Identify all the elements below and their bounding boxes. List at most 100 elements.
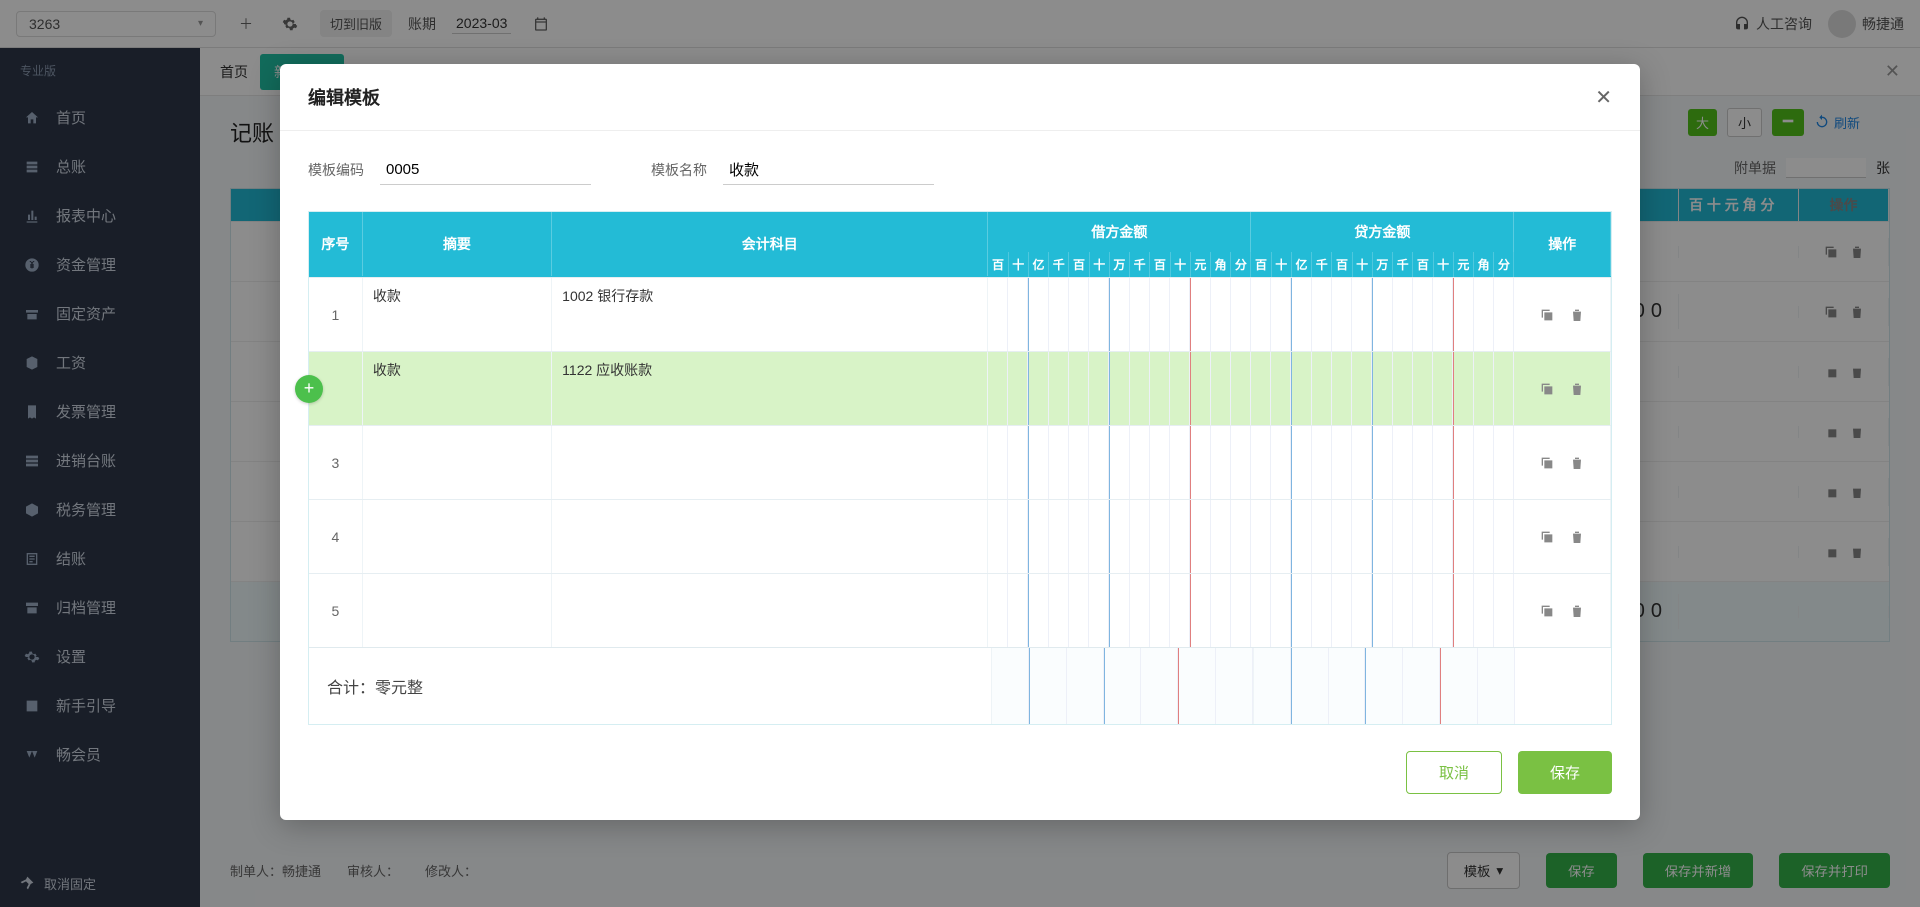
digit-cell[interactable]: [1312, 500, 1332, 573]
digit-cell[interactable]: [1251, 500, 1271, 573]
digit-cell[interactable]: [1028, 352, 1049, 425]
digit-cell[interactable]: [1190, 352, 1211, 425]
digit-cell[interactable]: [1104, 648, 1142, 724]
digit-cell[interactable]: [1332, 352, 1352, 425]
digit-cell[interactable]: [1312, 574, 1332, 647]
digit-cell[interactable]: [1150, 278, 1170, 351]
digit-cell[interactable]: [1440, 648, 1478, 724]
digit-cell[interactable]: [1433, 500, 1453, 573]
digit-cell[interactable]: [1049, 500, 1069, 573]
digit-cell[interactable]: [1130, 278, 1150, 351]
digit-cell[interactable]: [1049, 574, 1069, 647]
digit-cell[interactable]: [1291, 648, 1329, 724]
digit-cell[interactable]: [1150, 352, 1170, 425]
delete-icon[interactable]: [1569, 455, 1585, 471]
digit-cell[interactable]: [1029, 648, 1067, 724]
digit-cell[interactable]: [1251, 352, 1271, 425]
digit-cell[interactable]: [1413, 278, 1433, 351]
digit-cell[interactable]: [1150, 426, 1170, 499]
digit-cell[interactable]: [1028, 278, 1049, 351]
close-icon[interactable]: ✕: [1595, 85, 1612, 110]
summary-cell[interactable]: [363, 574, 552, 647]
save-button[interactable]: 保存: [1518, 751, 1612, 794]
digit-cell[interactable]: [1413, 574, 1433, 647]
digit-cell[interactable]: [1069, 500, 1089, 573]
digit-cell[interactable]: [1190, 426, 1211, 499]
digit-cell[interactable]: [988, 574, 1008, 647]
digit-cell[interactable]: [1433, 352, 1453, 425]
digit-cell[interactable]: [1271, 574, 1291, 647]
digit-cell[interactable]: [1178, 648, 1216, 724]
digit-cell[interactable]: [1069, 278, 1089, 351]
copy-icon[interactable]: [1539, 455, 1555, 471]
digit-cell[interactable]: [1352, 500, 1372, 573]
digit-cell[interactable]: [1403, 648, 1440, 724]
digit-cell[interactable]: [1008, 426, 1028, 499]
digit-cell[interactable]: [1329, 648, 1366, 724]
summary-cell[interactable]: [363, 500, 552, 573]
digit-cell[interactable]: [1049, 352, 1069, 425]
digit-cell[interactable]: [1291, 500, 1312, 573]
copy-icon[interactable]: [1539, 603, 1555, 619]
digit-cell[interactable]: [1170, 500, 1190, 573]
digit-cell[interactable]: [1089, 500, 1109, 573]
digit-cell[interactable]: [1494, 426, 1514, 499]
delete-icon[interactable]: [1569, 529, 1585, 545]
digit-cell[interactable]: [1271, 278, 1291, 351]
subject-cell[interactable]: [552, 426, 988, 499]
digit-cell[interactable]: [1141, 648, 1178, 724]
digit-cell[interactable]: [1049, 426, 1069, 499]
digit-cell[interactable]: [1393, 500, 1413, 573]
digit-cell[interactable]: [1453, 278, 1474, 351]
digit-cell[interactable]: [1433, 574, 1453, 647]
template-name-input[interactable]: [723, 155, 934, 185]
digit-cell[interactable]: [1069, 352, 1089, 425]
digit-cell[interactable]: [1352, 426, 1372, 499]
digit-cell[interactable]: [1352, 278, 1372, 351]
digit-cell[interactable]: [1231, 500, 1251, 573]
digit-cell[interactable]: [1028, 574, 1049, 647]
digit-cell[interactable]: [1211, 278, 1231, 351]
digit-cell[interactable]: [1251, 278, 1271, 351]
digit-cell[interactable]: [1372, 426, 1393, 499]
digit-cell[interactable]: [1211, 574, 1231, 647]
digit-cell[interactable]: [1312, 352, 1332, 425]
summary-cell[interactable]: 收款: [363, 352, 552, 425]
digit-cell[interactable]: [1413, 426, 1433, 499]
digit-cell[interactable]: [1291, 426, 1312, 499]
summary-cell[interactable]: [363, 426, 552, 499]
digit-cell[interactable]: [1231, 426, 1251, 499]
digit-cell[interactable]: [1170, 574, 1190, 647]
digit-cell[interactable]: [1216, 648, 1253, 724]
digit-cell[interactable]: [1332, 574, 1352, 647]
digit-cell[interactable]: [1211, 426, 1231, 499]
digit-cell[interactable]: [1372, 500, 1393, 573]
digit-cell[interactable]: [1474, 500, 1494, 573]
digit-cell[interactable]: [1453, 352, 1474, 425]
delete-icon[interactable]: [1569, 603, 1585, 619]
digit-cell[interactable]: [1109, 574, 1130, 647]
digit-cell[interactable]: [1251, 574, 1271, 647]
digit-cell[interactable]: [1433, 278, 1453, 351]
digit-cell[interactable]: [1008, 500, 1028, 573]
digit-cell[interactable]: [1453, 500, 1474, 573]
digit-cell[interactable]: [988, 500, 1008, 573]
digit-cell[interactable]: [1332, 500, 1352, 573]
digit-cell[interactable]: [988, 278, 1008, 351]
digit-cell[interactable]: [1089, 352, 1109, 425]
digit-cell[interactable]: [988, 352, 1008, 425]
digit-cell[interactable]: [1453, 574, 1474, 647]
digit-cell[interactable]: [1089, 574, 1109, 647]
add-row-button[interactable]: +: [295, 375, 323, 403]
digit-cell[interactable]: [1494, 500, 1514, 573]
digit-cell[interactable]: [1130, 500, 1150, 573]
digit-cell[interactable]: [1109, 426, 1130, 499]
digit-cell[interactable]: [1291, 352, 1312, 425]
digit-cell[interactable]: [1231, 574, 1251, 647]
digit-cell[interactable]: [1190, 574, 1211, 647]
digit-cell[interactable]: [1312, 278, 1332, 351]
digit-cell[interactable]: [1008, 574, 1028, 647]
digit-cell[interactable]: [992, 648, 1029, 724]
cancel-button[interactable]: 取消: [1406, 751, 1502, 794]
digit-cell[interactable]: [1028, 426, 1049, 499]
